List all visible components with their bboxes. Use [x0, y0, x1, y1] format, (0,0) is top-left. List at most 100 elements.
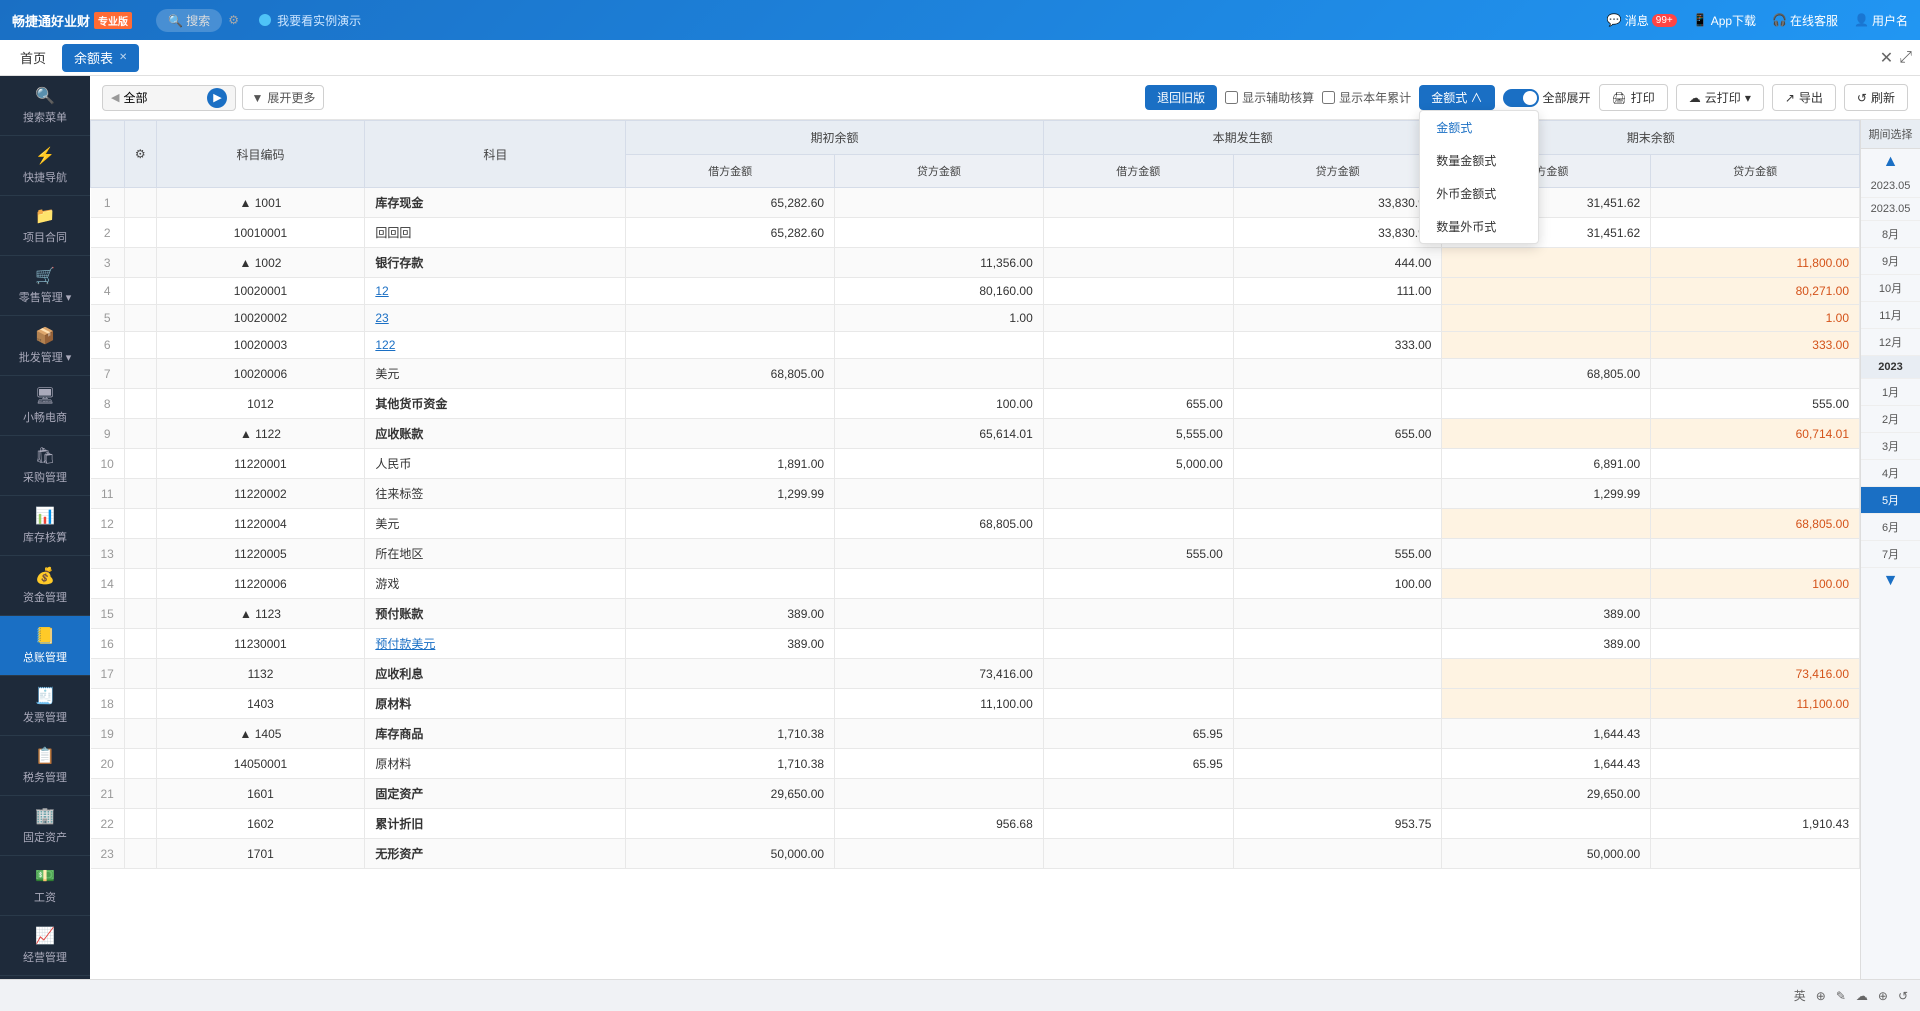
back-old-btn[interactable]: 退回旧版 [1145, 85, 1217, 110]
search-input[interactable] [123, 91, 203, 105]
bottom-sync[interactable]: ⊕ [1878, 989, 1888, 1003]
cell-opening-credit: 11,100.00 [835, 689, 1044, 719]
sidebar-item-invoice[interactable]: 🧾 发票管理 [0, 676, 90, 736]
user-area[interactable]: 👤 用户名 [1854, 12, 1908, 29]
tab-close-all[interactable]: ✕ [1880, 48, 1893, 68]
tab-balance-close[interactable]: ✕ [119, 52, 127, 63]
cell-closing-credit [1651, 449, 1860, 479]
bottom-edit[interactable]: ✎ [1836, 989, 1846, 1003]
app-subtitle: 专业版 [94, 12, 132, 29]
th-settings[interactable]: ⚙ [124, 121, 156, 188]
cell-current-credit: 33,830.98 [1233, 188, 1442, 218]
sidebar-item-retail[interactable]: 🛒 零售管理 ▾ [0, 256, 90, 316]
cell-expand [124, 629, 156, 659]
period-nav-down[interactable]: ▼ [1861, 568, 1920, 594]
sidebar-item-quicknav[interactable]: ⚡ 快捷导航 [0, 136, 90, 196]
cell-name[interactable]: 122 [365, 332, 626, 359]
cell-opening-credit [835, 188, 1044, 218]
period-item-may[interactable]: 5月 [1861, 487, 1920, 514]
format-dropdown-btn[interactable]: 金额式 ∧ [1419, 85, 1494, 110]
period-item-oct[interactable]: 10月 [1861, 275, 1920, 302]
period-nav-up[interactable]: ▲ [1861, 149, 1920, 175]
period-item-sep[interactable]: 9月 [1861, 248, 1920, 275]
sidebar-item-ecommerce[interactable]: 🖥 小畅电商 [0, 376, 90, 436]
bottom-add[interactable]: ⊕ [1816, 989, 1826, 1003]
sidebar-item-project[interactable]: 📁 项目合同 [0, 196, 90, 256]
bottom-cloud[interactable]: ☁ [1856, 989, 1868, 1003]
th-opening-credit: 贷方金额 [835, 155, 1044, 188]
top-settings-icon[interactable]: ⚙ [228, 13, 239, 27]
table-row: 1011220001人民币1,891.005,000.006,891.00 [91, 449, 1860, 479]
cell-name[interactable]: 12 [365, 278, 626, 305]
tab-actions: ✕ ⤢ [1880, 48, 1912, 68]
tab-home[interactable]: 首页 [8, 44, 58, 72]
show-year-check[interactable]: 显示本年累计 [1322, 89, 1411, 106]
period-item-jun[interactable]: 6月 [1861, 514, 1920, 541]
period-item-aug[interactable]: 8月 [1861, 221, 1920, 248]
tab-expand[interactable]: ⤢ [1899, 49, 1912, 67]
tab-balance[interactable]: 余额表 ✕ [62, 44, 139, 72]
expand-more-btn[interactable]: ▼ 展开更多 [242, 85, 324, 110]
sidebar-item-search[interactable]: 🔍 搜索菜单 [0, 76, 90, 136]
format-option-qty-foreign[interactable]: 数量外币式 [1420, 210, 1538, 243]
sidebar-item-salary[interactable]: 💵 工资 [0, 856, 90, 916]
cloud-print-btn[interactable]: ☁ 云打印 ▾ [1676, 84, 1764, 111]
format-option-foreign-amount[interactable]: 外币金额式 [1420, 177, 1538, 210]
cell-code: 1701 [156, 839, 365, 869]
cell-current-credit [1233, 659, 1442, 689]
print-btn[interactable]: 🖨 打印 [1599, 84, 1668, 111]
cell-opening-debit [626, 659, 835, 689]
period-item-apr[interactable]: 4月 [1861, 460, 1920, 487]
message-btn[interactable]: 💬 消息 99+ [1607, 12, 1677, 29]
sidebar-item-ledger[interactable]: 📒 总账管理 [0, 616, 90, 676]
top-search-area: 🔍 搜索 ⚙ [156, 9, 239, 32]
sidebar-item-purchase[interactable]: 🛍 采购管理 [0, 436, 90, 496]
cell-expand [124, 389, 156, 419]
cell-current-credit [1233, 305, 1442, 332]
period-item-nov[interactable]: 11月 [1861, 302, 1920, 329]
top-search-box[interactable]: 🔍 搜索 [156, 9, 222, 32]
cell-code: ▲ 1123 [156, 599, 365, 629]
cell-closing-credit: 80,271.00 [1651, 278, 1860, 305]
bottom-refresh[interactable]: ↺ [1898, 989, 1908, 1003]
cell-name[interactable]: 23 [365, 305, 626, 332]
show-aux-check[interactable]: 显示辅助核算 [1225, 89, 1314, 106]
cell-opening-credit: 1.00 [835, 305, 1044, 332]
sidebar-item-wholesale[interactable]: 📦 批发管理 ▾ [0, 316, 90, 376]
cell-opening-credit: 73,416.00 [835, 659, 1044, 689]
cell-expand [124, 689, 156, 719]
period-item-1[interactable]: 2023.05 [1861, 198, 1920, 221]
bottom-lang[interactable]: 英 [1794, 987, 1806, 1004]
period-item-0[interactable]: 2023.05 [1861, 175, 1920, 198]
show-aux-checkbox[interactable] [1225, 91, 1238, 104]
cell-current-debit [1043, 278, 1233, 305]
demo-link[interactable]: 我要看实例演示 [277, 12, 361, 29]
sidebar-item-finance[interactable]: 💰 资金管理 [0, 556, 90, 616]
period-item-jan[interactable]: 1月 [1861, 379, 1920, 406]
refresh-btn[interactable]: ↺ 刷新 [1844, 84, 1908, 111]
period-item-feb[interactable]: 2月 [1861, 406, 1920, 433]
show-year-checkbox[interactable] [1322, 91, 1335, 104]
period-sidebar: 期间选择 ▲ 2023.05 2023.05 8月 9月 10月 11月 12月… [1860, 120, 1920, 979]
sidebar-item-inventory[interactable]: 📊 库存核算 [0, 496, 90, 556]
expand-all-toggle-btn[interactable] [1503, 89, 1539, 107]
sidebar-retail-label: 零售管理 ▾ [6, 289, 84, 305]
export-btn[interactable]: ↗ 导出 [1772, 84, 1836, 111]
format-option-amount[interactable]: 金额式 [1420, 111, 1538, 144]
format-option-qty-amount[interactable]: 数量金额式 [1420, 144, 1538, 177]
sidebar-item-assets[interactable]: 🏢 固定资产 [0, 796, 90, 856]
nav-forward-btn[interactable]: ▶ [207, 88, 227, 108]
cell-rownum: 13 [91, 539, 125, 569]
cell-rownum: 9 [91, 419, 125, 449]
sidebar-project-label: 项目合同 [6, 229, 84, 245]
online-service-btn[interactable]: 🎧 在线客服 [1772, 12, 1838, 29]
sidebar-item-operation[interactable]: 📈 经营管理 [0, 916, 90, 976]
sidebar-item-tax[interactable]: 📋 税务管理 [0, 736, 90, 796]
period-item-dec[interactable]: 12月 [1861, 329, 1920, 356]
period-item-mar[interactable]: 3月 [1861, 433, 1920, 460]
period-item-jul[interactable]: 7月 [1861, 541, 1920, 568]
purchase-icon: 🛍 [6, 446, 84, 466]
period-item-year-2023[interactable]: 2023 [1861, 356, 1920, 379]
app-download-btn[interactable]: 📱 App下载 [1693, 12, 1756, 29]
cell-name[interactable]: 预付款美元 [365, 629, 626, 659]
